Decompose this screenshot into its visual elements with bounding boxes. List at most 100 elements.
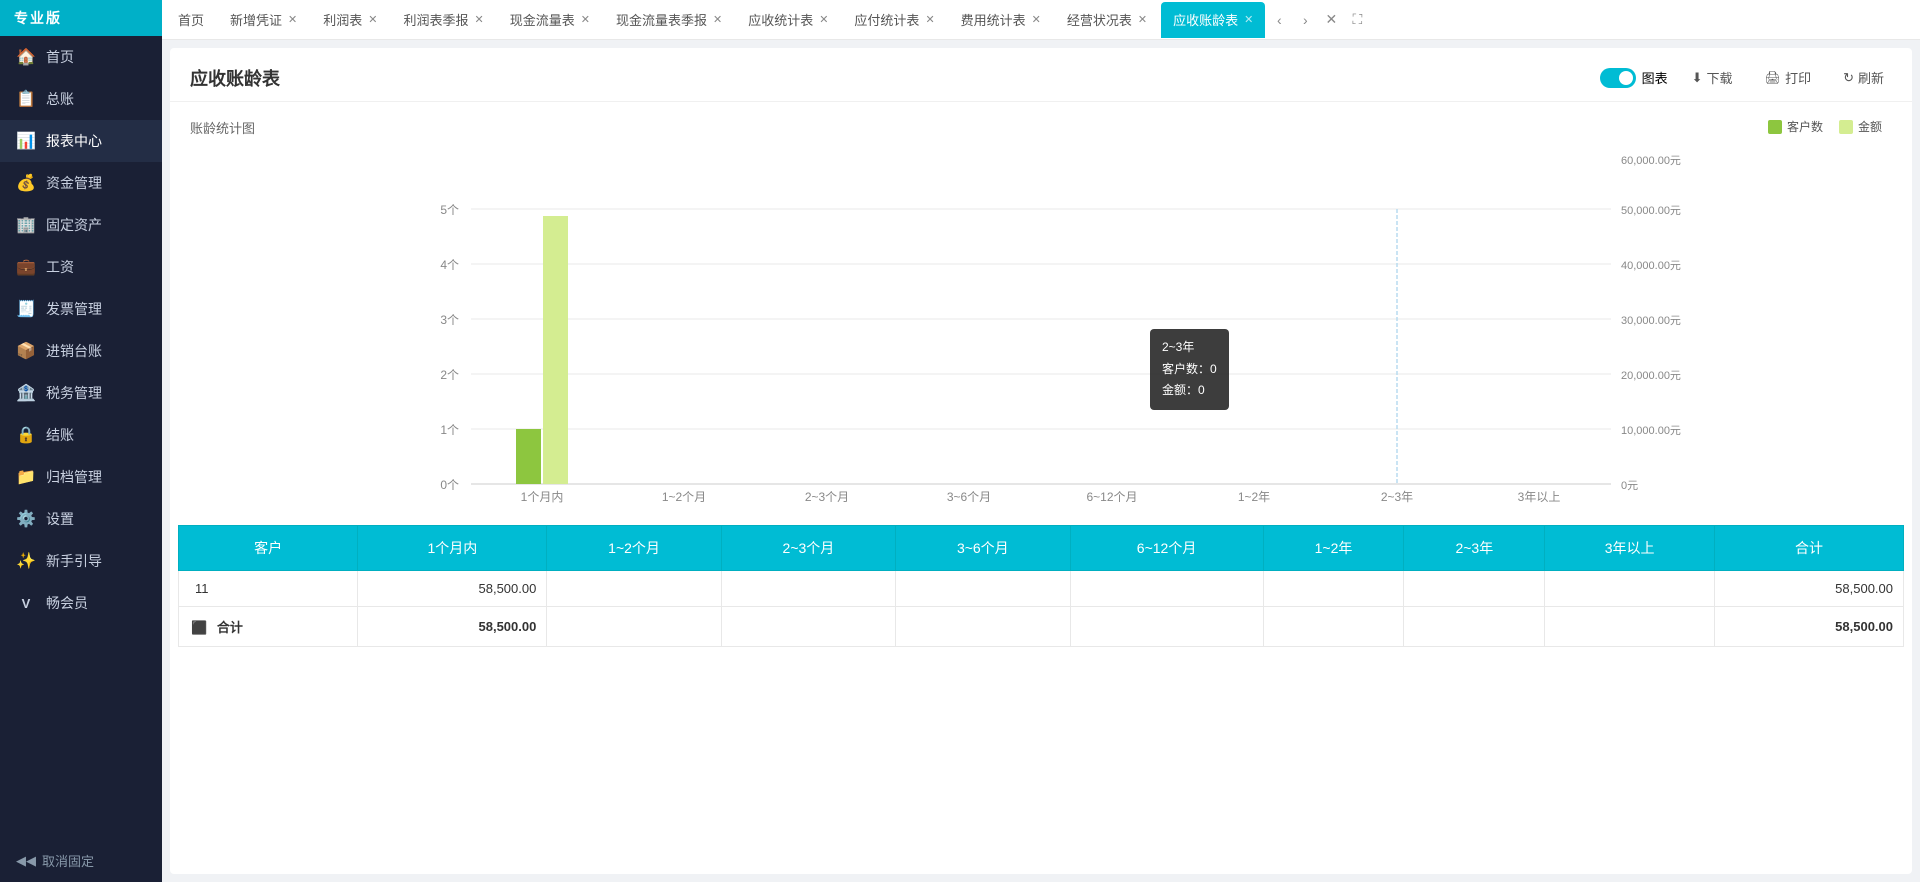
- home-icon: 🏠: [16, 47, 36, 67]
- sidebar-item-label: 进销台账: [46, 341, 102, 361]
- page-title: 应收账龄表: [190, 65, 280, 91]
- col-m612: 6~12个月: [1070, 526, 1263, 571]
- chart-toggle-group: 图表: [1600, 68, 1668, 88]
- col-m12: 1~2个月: [547, 526, 721, 571]
- tab-close-icon[interactable]: ✕: [1032, 13, 1041, 26]
- sidebar-item-report[interactable]: 📊 报表中心: [0, 120, 162, 162]
- tab-cashflow-quarter[interactable]: 现金流量表季报 ✕: [604, 2, 734, 38]
- sidebar-item-tax[interactable]: 🏦 税务管理: [0, 372, 162, 414]
- tab-label: 首页: [178, 10, 204, 29]
- unpin-button[interactable]: ◀◀ 取消固定: [0, 839, 162, 882]
- salary-icon: 💼: [16, 257, 36, 277]
- chart-container: 账龄统计图 客户数 金额 0个 1个 2个: [170, 102, 1912, 525]
- page-header: 应收账龄表 图表 ⬇ 下载 🖨 打印 ↻ 刷新: [170, 48, 1912, 102]
- chart-toggle-label: 图表: [1642, 68, 1668, 87]
- tab-close-icon[interactable]: ✕: [288, 13, 297, 26]
- svg-text:50,000.00元: 50,000.00元: [1621, 205, 1681, 217]
- sidebar-item-label: 设置: [46, 509, 74, 529]
- tab-label: 新增凭证: [230, 10, 282, 29]
- tab-close-icon[interactable]: ✕: [368, 13, 377, 26]
- col-y3plus: 3年以上: [1545, 526, 1715, 571]
- tab-receivable-stat[interactable]: 应收统计表 ✕: [736, 2, 840, 38]
- tab-label: 费用统计表: [961, 10, 1026, 29]
- chart-toggle[interactable]: [1600, 68, 1636, 88]
- tab-label: 利润表季报: [403, 10, 468, 29]
- tab-cashflow[interactable]: 现金流量表 ✕: [498, 2, 602, 38]
- legend-customers: 客户数: [1768, 118, 1823, 135]
- footer-m612: [1070, 607, 1263, 647]
- print-label: 打印: [1785, 68, 1811, 87]
- legend-amount-dot: [1839, 120, 1853, 134]
- footer-total: 58,500.00: [1714, 607, 1903, 647]
- col-total: 合计: [1714, 526, 1903, 571]
- sidebar-item-salary[interactable]: 💼 工资: [0, 246, 162, 288]
- bar-amount-1[interactable]: [543, 216, 568, 484]
- tab-close-all-button[interactable]: ✕: [1319, 8, 1343, 32]
- tab-close-icon[interactable]: ✕: [925, 13, 934, 26]
- footer-y12: [1263, 607, 1404, 647]
- sidebar-item-asset[interactable]: 🏢 固定资产: [0, 204, 162, 246]
- svg-text:3年以上: 3年以上: [1518, 490, 1561, 504]
- tab-profit[interactable]: 利润表 ✕: [311, 2, 389, 38]
- print-button[interactable]: 🖨 打印: [1757, 64, 1820, 91]
- tab-expense-stat[interactable]: 费用统计表 ✕: [949, 2, 1053, 38]
- tab-payable-stat[interactable]: 应付统计表 ✕: [842, 2, 946, 38]
- svg-text:2~3年: 2~3年: [1381, 490, 1413, 504]
- sidebar-item-member[interactable]: V 畅会员: [0, 582, 162, 624]
- svg-text:6~12个月: 6~12个月: [1086, 490, 1137, 504]
- tab-fullscreen-button[interactable]: ⛶: [1345, 8, 1369, 32]
- tab-close-icon[interactable]: ✕: [581, 13, 590, 26]
- table-row: 11 58,500.00 58,500.00: [179, 571, 1904, 607]
- tab-label: 现金流量表: [510, 10, 575, 29]
- sidebar-item-label: 首页: [46, 47, 74, 67]
- tab-scroll-left-button[interactable]: ‹: [1267, 8, 1291, 32]
- cell-y3plus: [1545, 571, 1715, 607]
- bar-customers-1[interactable]: [516, 429, 541, 484]
- sidebar-item-label: 固定资产: [46, 215, 102, 235]
- sidebar-item-label: 总账: [46, 89, 74, 109]
- sidebar-item-close[interactable]: 🔒 结账: [0, 414, 162, 456]
- tab-ar-aging[interactable]: 应收账龄表 ✕: [1161, 2, 1265, 38]
- svg-text:10,000.00元: 10,000.00元: [1621, 425, 1681, 437]
- fund-icon: 💰: [16, 173, 36, 193]
- archive-icon: 📁: [16, 467, 36, 487]
- chart-title: 账龄统计图: [190, 118, 1892, 137]
- chart-legend: 客户数 金额: [1768, 118, 1882, 135]
- svg-text:30,000.00元: 30,000.00元: [1621, 315, 1681, 327]
- tab-close-icon[interactable]: ✕: [1244, 13, 1253, 26]
- stock-icon: 📦: [16, 341, 36, 361]
- tab-home[interactable]: 首页: [166, 2, 216, 38]
- sidebar-item-ledger[interactable]: 📋 总账: [0, 78, 162, 120]
- tab-close-icon[interactable]: ✕: [1138, 13, 1147, 26]
- svg-text:5个: 5个: [440, 203, 459, 217]
- sidebar-item-archive[interactable]: 📁 归档管理: [0, 456, 162, 498]
- sidebar-item-label: 新手引导: [46, 551, 102, 571]
- tab-scroll-right-button[interactable]: ›: [1293, 8, 1317, 32]
- tab-close-icon[interactable]: ✕: [475, 13, 484, 26]
- sidebar-item-home[interactable]: 🏠 首页: [0, 36, 162, 78]
- footer-label: ⬛ 合计: [179, 607, 358, 647]
- cell-m1: 58,500.00: [358, 571, 547, 607]
- svg-text:40,000.00元: 40,000.00元: [1621, 260, 1681, 272]
- sidebar-item-invoice[interactable]: 🧾 发票管理: [0, 288, 162, 330]
- tab-operation[interactable]: 经营状况表 ✕: [1055, 2, 1159, 38]
- sidebar-item-fund[interactable]: 💰 资金管理: [0, 162, 162, 204]
- refresh-button[interactable]: ↻ 刷新: [1835, 64, 1892, 91]
- sidebar-item-guide[interactable]: ✨ 新手引导: [0, 540, 162, 582]
- asset-icon: 🏢: [16, 215, 36, 235]
- header-actions: 图表 ⬇ 下载 🖨 打印 ↻ 刷新: [1600, 64, 1892, 91]
- svg-text:1个: 1个: [440, 423, 459, 437]
- tab-close-icon[interactable]: ✕: [819, 13, 828, 26]
- cell-m23: [721, 571, 895, 607]
- col-m23: 2~3个月: [721, 526, 895, 571]
- sidebar-item-stock[interactable]: 📦 进销台账: [0, 330, 162, 372]
- tab-close-icon[interactable]: ✕: [713, 13, 722, 26]
- report-icon: 📊: [16, 131, 36, 151]
- tab-profit-quarter[interactable]: 利润表季报 ✕: [391, 2, 495, 38]
- tab-voucher[interactable]: 新增凭证 ✕: [218, 2, 309, 38]
- sidebar-item-label: 畅会员: [46, 593, 88, 613]
- sidebar-item-settings[interactable]: ⚙️ 设置: [0, 498, 162, 540]
- table-header-row: 客户 1个月内 1~2个月 2~3个月 3~6个月 6~12个月 1~2年 2~…: [179, 526, 1904, 571]
- svg-text:2~3个月: 2~3个月: [805, 490, 849, 504]
- download-button[interactable]: ⬇ 下载: [1684, 64, 1741, 91]
